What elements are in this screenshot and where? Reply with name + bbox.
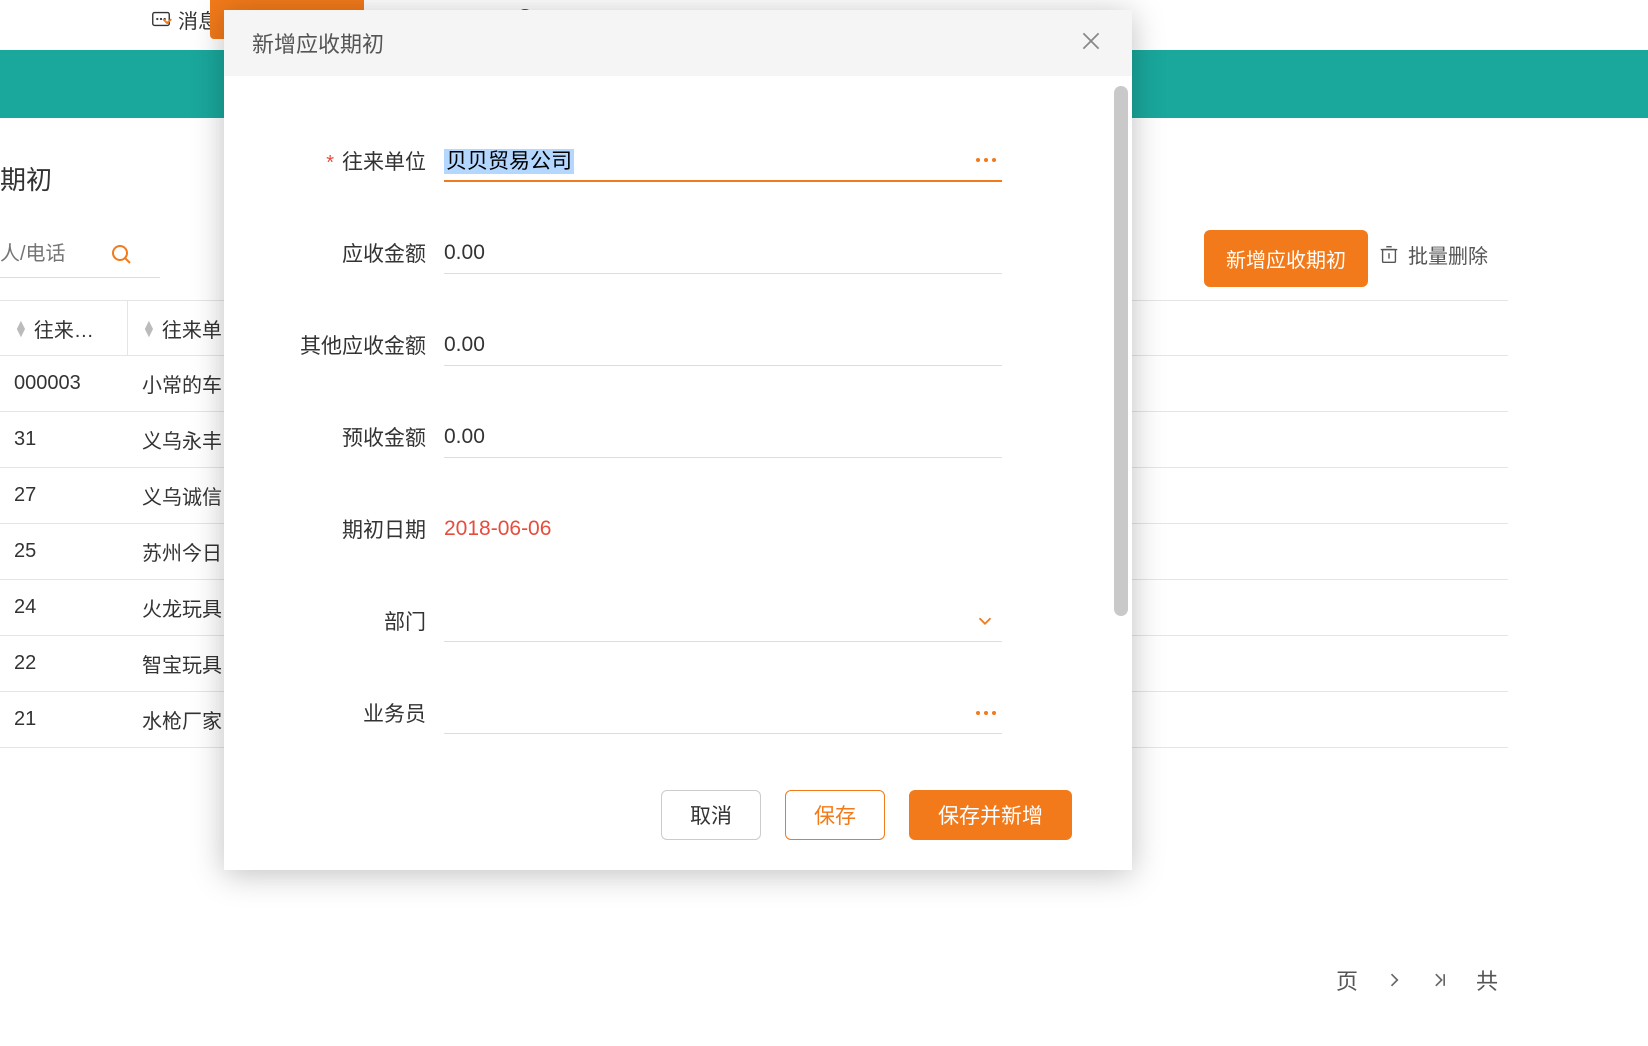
form-row-advance: 预收金额 (264, 416, 1002, 458)
modal-body: * 往来单位 贝贝贸易公司 应收金额 其他应收金额 (224, 76, 1132, 760)
receivable-input[interactable] (444, 235, 1002, 271)
label-department: 部门 (264, 606, 444, 636)
close-icon (1078, 28, 1104, 54)
form-row-other-receivable: 其他应收金额 (264, 324, 1002, 366)
form-row-department: 部门 (264, 600, 1002, 642)
form-row-receivable: 应收金额 (264, 232, 1002, 274)
label-salesperson: 业务员 (264, 698, 444, 728)
modal-overlay: 新增应收期初 * 往来单位 贝贝贸易公司 应收金额 (0, 0, 1648, 1046)
cancel-button[interactable]: 取消 (661, 790, 761, 840)
modal-footer: 取消 保存 保存并新增 (224, 760, 1132, 870)
field-partner[interactable]: 贝贝贸易公司 (444, 140, 1002, 182)
partner-value: 贝贝贸易公司 (444, 149, 574, 174)
salesperson-input[interactable] (444, 695, 976, 731)
required-star-icon: * (326, 152, 334, 174)
modal-title: 新增应收期初 (252, 27, 384, 59)
modal-scrollbar-thumb[interactable] (1114, 86, 1128, 616)
label-other-receivable: 其他应收金额 (264, 330, 444, 360)
field-receivable[interactable] (444, 232, 1002, 274)
label-advance: 预收金额 (264, 422, 444, 452)
label-partner: * 往来单位 (264, 146, 444, 176)
label-receivable: 应收金额 (264, 238, 444, 268)
advance-input[interactable] (444, 419, 1002, 455)
form-row-partner: * 往来单位 贝贝贸易公司 (264, 140, 1002, 182)
other-receivable-input[interactable] (444, 327, 1002, 363)
partner-picker-button[interactable] (976, 158, 1002, 162)
save-button[interactable]: 保存 (785, 790, 885, 840)
modal-scrollbar-track[interactable] (1114, 86, 1128, 616)
add-receivable-modal: 新增应收期初 * 往来单位 贝贝贸易公司 应收金额 (224, 10, 1132, 870)
ellipsis-icon (976, 158, 996, 162)
form-row-initial-date: 期初日期 2018-06-06 (264, 508, 1002, 550)
field-advance[interactable] (444, 416, 1002, 458)
field-department[interactable] (444, 600, 1002, 642)
ellipsis-icon (976, 711, 996, 715)
field-salesperson[interactable] (444, 692, 1002, 734)
save-and-new-button[interactable]: 保存并新增 (909, 790, 1072, 840)
close-button[interactable] (1078, 28, 1104, 59)
salesperson-picker-button[interactable] (976, 711, 1002, 715)
modal-header: 新增应收期初 (224, 10, 1132, 76)
chevron-down-icon (974, 610, 996, 632)
department-dropdown-button[interactable] (974, 610, 1002, 632)
field-initial-date: 2018-06-06 (444, 508, 1002, 550)
department-input[interactable] (444, 603, 974, 639)
initial-date-value: 2018-06-06 (444, 517, 551, 541)
field-other-receivable[interactable] (444, 324, 1002, 366)
label-initial-date: 期初日期 (264, 514, 444, 544)
label-partner-text: 往来单位 (342, 151, 426, 174)
form-row-salesperson: 业务员 (264, 692, 1002, 734)
